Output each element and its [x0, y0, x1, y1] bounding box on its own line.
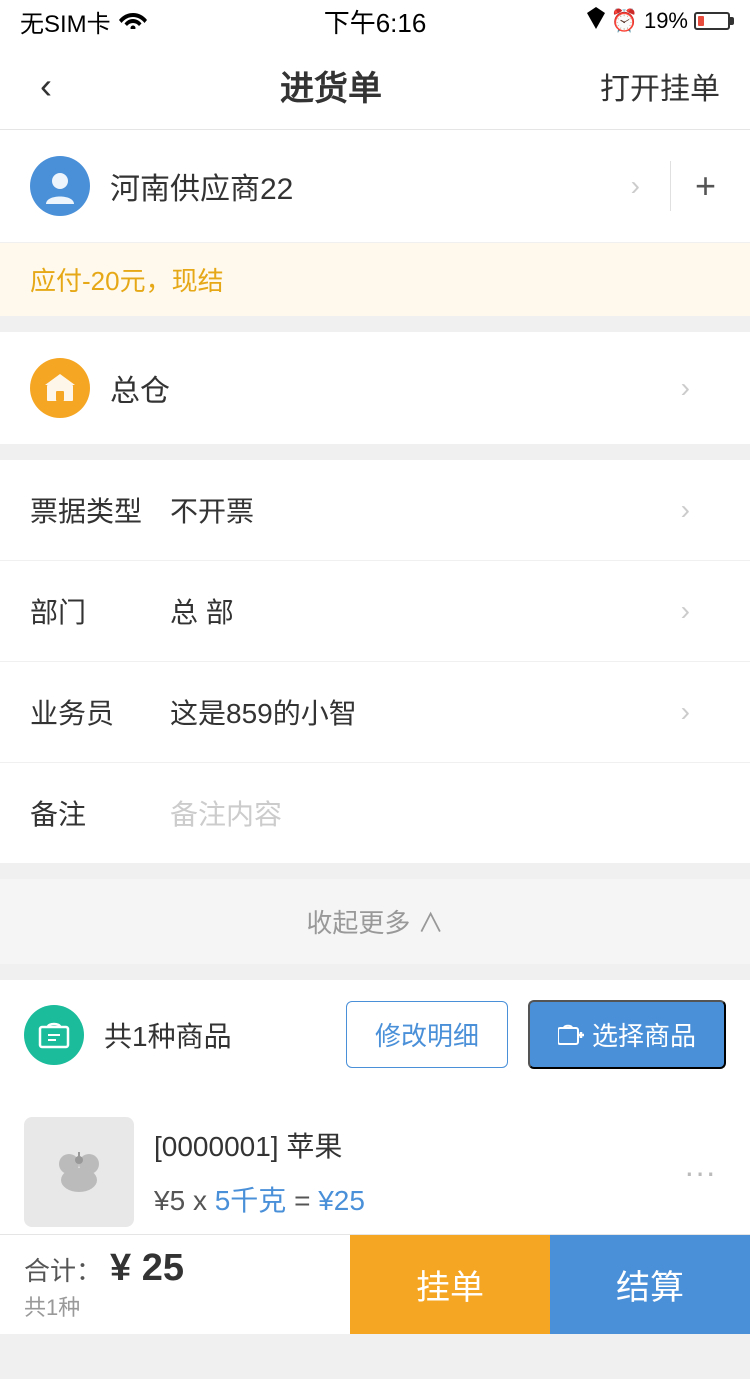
products-count: 共1种商品 — [104, 1015, 326, 1055]
invoice-type-chevron-icon: › — [681, 494, 690, 526]
supplier-avatar — [30, 156, 90, 216]
salesperson-row[interactable]: 业务员 这是859的小智 › — [0, 662, 750, 763]
carrier-label: 无SIM卡 — [20, 4, 111, 39]
status-bar-right: ⏰ 19% — [587, 7, 730, 35]
products-header: 共1种商品 修改明细 选择商品 — [0, 980, 750, 1089]
select-product-button[interactable]: 选择商品 — [528, 1000, 726, 1069]
total-label: 合计： — [24, 1251, 102, 1288]
checkout-label: 结算 — [616, 1260, 684, 1309]
quantity: 5千克 — [215, 1185, 287, 1216]
department-label: 部门 — [30, 591, 150, 631]
status-bar: 无SIM卡 下午6:16 ⏰ 19% — [0, 0, 750, 42]
hang-single-label: 挂单 — [416, 1260, 484, 1309]
status-bar-left: 无SIM卡 — [20, 4, 147, 39]
remark-placeholder: 备注内容 — [150, 793, 720, 833]
content-area: 河南供应商22 › + 应付-20元，现结 总仓 › 票据类型 不开票 › — [0, 130, 750, 1379]
product-item: [0000001] 苹果 ¥5 x 5千克 = ¥25 ··· — [0, 1091, 750, 1253]
total-area: 合计： ¥ 25 共1种 — [0, 1235, 350, 1334]
select-product-label: 选择商品 — [592, 1016, 696, 1053]
salesperson-label: 业务员 — [30, 692, 150, 732]
warehouse-chevron-icon: › — [681, 372, 690, 404]
products-section: 共1种商品 修改明细 选择商品 — [0, 980, 750, 1253]
hang-single-button[interactable]: 挂单 — [350, 1235, 550, 1334]
department-chevron-icon: › — [681, 595, 690, 627]
location-icon — [587, 7, 605, 35]
supplier-card: 河南供应商22 › + 应付-20元，现结 — [0, 130, 750, 316]
back-button[interactable]: ‹ — [30, 55, 62, 117]
warehouse-row[interactable]: 总仓 › — [0, 332, 750, 444]
products-icon — [24, 1005, 84, 1065]
product-thumbnail — [24, 1117, 134, 1227]
battery-fill — [698, 16, 704, 26]
total-count: 共1种 — [24, 1290, 326, 1322]
product-name: [0000001] 苹果 — [154, 1125, 654, 1165]
total-count-label: 共1种 — [24, 1295, 80, 1320]
invoice-type-label: 票据类型 — [30, 490, 150, 530]
salesperson-value: 这是859的小智 — [150, 692, 681, 732]
product-id: [0000001] — [154, 1131, 279, 1162]
multiply-sign: x — [193, 1185, 207, 1216]
department-row[interactable]: 部门 总 部 › — [0, 561, 750, 662]
status-bar-time: 下午6:16 — [324, 3, 427, 40]
product-price-row: ¥5 x 5千克 = ¥25 — [154, 1179, 654, 1219]
add-supplier-button[interactable]: + — [670, 161, 720, 211]
warehouse-icon — [30, 358, 90, 418]
remark-label: 备注 — [30, 793, 150, 833]
supplier-notice: 应付-20元，现结 — [0, 243, 750, 316]
supplier-row[interactable]: 河南供应商22 › + — [0, 130, 750, 243]
battery-percent: 19% — [644, 8, 688, 34]
salesperson-chevron-icon: › — [681, 696, 690, 728]
unit-price: ¥5 — [154, 1185, 185, 1216]
total-amount: ¥ 25 — [110, 1247, 184, 1290]
total-row: 合计： ¥ 25 — [24, 1247, 326, 1290]
wifi-icon — [119, 7, 147, 36]
edit-details-button[interactable]: 修改明细 — [346, 1001, 508, 1068]
battery-icon — [694, 12, 730, 30]
collapse-label: 收起更多 ∧ — [306, 908, 443, 938]
product-total: ¥25 — [318, 1185, 365, 1216]
supplier-name: 河南供应商22 — [110, 164, 631, 208]
equals-sign: = — [294, 1185, 310, 1216]
checkout-button[interactable]: 结算 — [550, 1235, 750, 1334]
product-info: [0000001] 苹果 ¥5 x 5千克 = ¥25 — [154, 1125, 654, 1219]
page-title: 进货单 — [280, 61, 382, 110]
invoice-type-value: 不开票 — [150, 490, 681, 530]
form-card: 票据类型 不开票 › 部门 总 部 › 业务员 这是859的小智 › 备注 备注… — [0, 460, 750, 863]
alarm-icon: ⏰ — [611, 8, 638, 34]
supplier-chevron-icon: › — [631, 170, 640, 202]
department-value: 总 部 — [150, 591, 681, 631]
collapse-bar[interactable]: 收起更多 ∧ — [0, 879, 750, 964]
product-title: 苹果 — [286, 1131, 342, 1162]
warehouse-card: 总仓 › — [0, 332, 750, 444]
product-more-button[interactable]: ··· — [674, 1144, 726, 1201]
open-hangsingle-button[interactable]: 打开挂单 — [600, 64, 720, 108]
nav-bar: ‹ 进货单 打开挂单 — [0, 42, 750, 130]
warehouse-name: 总仓 — [110, 366, 681, 410]
bottom-bar: 合计： ¥ 25 共1种 挂单 结算 — [0, 1234, 750, 1334]
remark-row[interactable]: 备注 备注内容 — [0, 763, 750, 863]
invoice-type-row[interactable]: 票据类型 不开票 › — [0, 460, 750, 561]
